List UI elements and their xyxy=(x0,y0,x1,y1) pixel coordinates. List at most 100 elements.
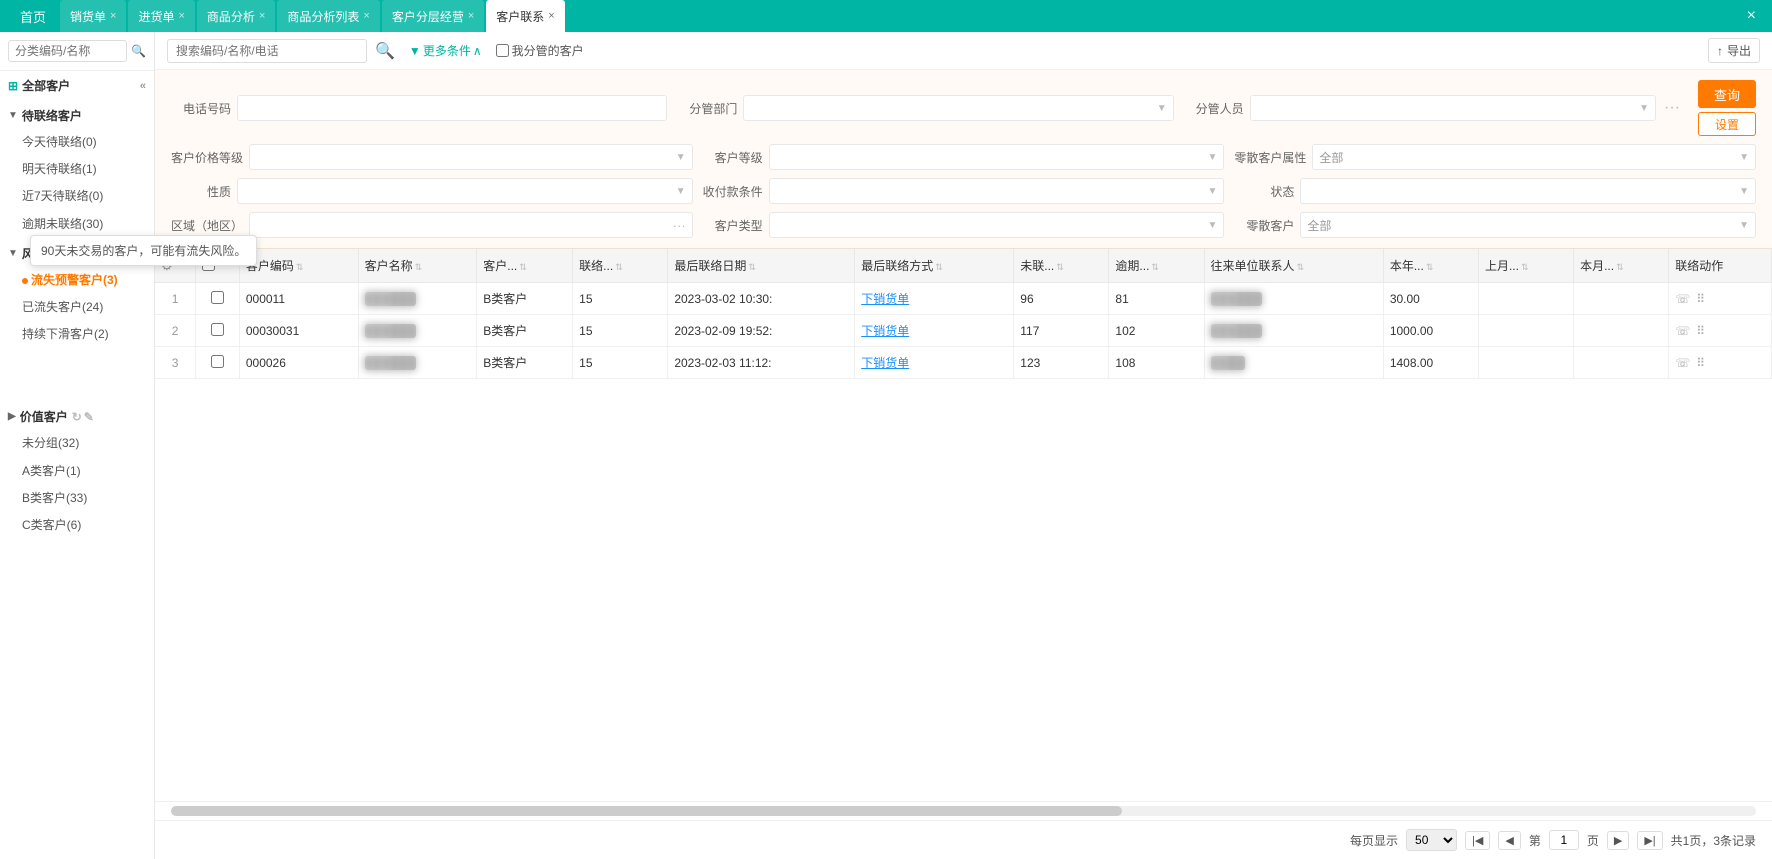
window-close-button[interactable]: × xyxy=(1739,7,1764,25)
sidebar-item-churned[interactable]: 已流失客户(24) xyxy=(0,294,154,321)
sidebar-item-declining[interactable]: 持续下滑客户(2) xyxy=(0,321,154,348)
filter-more-btn2[interactable]: ··· xyxy=(673,218,686,233)
cell-code-3: 000026 xyxy=(239,347,358,379)
blurred-name-2: ██████ xyxy=(365,324,416,338)
filter-dept-select[interactable]: ▼ xyxy=(743,95,1173,121)
filter-row-4: 区域（地区） ··· 客户类型 ▼ 零散客户 全部 xyxy=(171,212,1756,238)
row-select-checkbox-2[interactable] xyxy=(211,323,224,336)
row-checkbox-1[interactable] xyxy=(196,283,240,315)
sort-arrows-2[interactable]: ⇅ xyxy=(415,262,423,272)
filter-zero-attr-select[interactable]: 全部 ▼ xyxy=(1312,144,1756,170)
sort-arrows-12[interactable]: ⇅ xyxy=(1616,262,1624,272)
search-input[interactable] xyxy=(167,39,367,63)
filter-nature-select[interactable]: ▼ xyxy=(237,178,693,204)
first-page-button[interactable]: |◀ xyxy=(1465,831,1490,850)
action-phone-icon-3[interactable]: ☏ xyxy=(1675,356,1690,370)
sidebar-group-value-title[interactable]: ▶ 价值客户 ↻ ✎ xyxy=(0,403,154,430)
action-more-icon-2[interactable]: ⠿ xyxy=(1696,324,1705,338)
sort-arrows-1[interactable]: ⇅ xyxy=(296,262,304,272)
filter-payment-select[interactable]: ▼ xyxy=(769,178,1225,204)
page-number-input[interactable] xyxy=(1549,830,1579,850)
sidebar-group-pending-title[interactable]: ▼ 待联络客户 xyxy=(0,102,154,129)
close-purchase-order-tab[interactable]: × xyxy=(178,10,184,22)
close-product-analysis-list-tab[interactable]: × xyxy=(363,10,369,22)
next-page-button[interactable]: ▶ xyxy=(1607,831,1629,850)
filter-customer-type-select[interactable]: ▼ xyxy=(769,212,1225,238)
filter-manager-select[interactable]: ▼ xyxy=(1250,95,1656,121)
query-button[interactable]: 查询 xyxy=(1698,80,1756,108)
cell-last-method-2[interactable]: 下销货单 xyxy=(855,315,1014,347)
action-phone-icon-1[interactable]: ☏ xyxy=(1675,292,1690,306)
sidebar-item-today[interactable]: 今天待联络(0) xyxy=(0,129,154,156)
tab-product-analysis-list[interactable]: 商品分析列表 × xyxy=(277,0,379,32)
cell-last-method-3[interactable]: 下销货单 xyxy=(855,347,1014,379)
cell-last-method-1[interactable]: 下销货单 xyxy=(855,283,1014,315)
action-more-icon-1[interactable]: ⠿ xyxy=(1696,292,1705,306)
value-group-refresh[interactable]: ↻ xyxy=(72,410,82,424)
row-select-checkbox-1[interactable] xyxy=(211,291,224,304)
row-checkbox-3[interactable] xyxy=(196,347,240,379)
sort-arrows-5[interactable]: ⇅ xyxy=(748,262,756,272)
sidebar-item-churn-warning[interactable]: 流失预警客户(3) xyxy=(0,267,154,294)
sidebar-search-input[interactable] xyxy=(8,40,127,62)
sort-arrows-8[interactable]: ⇅ xyxy=(1151,262,1159,272)
tab-customer-contact[interactable]: 客户联系 × xyxy=(486,0,564,32)
row-select-checkbox-3[interactable] xyxy=(211,355,224,368)
sidebar-item-type-a[interactable]: A类客户(1) xyxy=(0,458,154,485)
filter-zero-customer-select[interactable]: 全部 ▼ xyxy=(1300,212,1756,238)
search-button[interactable]: 🔍 xyxy=(375,41,395,61)
tab-purchase-order[interactable]: 进货单 × xyxy=(128,0,194,32)
sort-arrows-10[interactable]: ⇅ xyxy=(1426,262,1434,272)
sidebar-item-tomorrow[interactable]: 明天待联络(1) xyxy=(0,156,154,183)
export-button[interactable]: ↑ 导出 xyxy=(1708,38,1760,63)
link-sales-2[interactable]: 下销货单 xyxy=(861,324,909,338)
sort-arrows-6[interactable]: ⇅ xyxy=(935,262,943,272)
sidebar-item-7days[interactable]: 近7天待联络(0) xyxy=(0,183,154,210)
action-phone-icon-2[interactable]: ☏ xyxy=(1675,324,1690,338)
settings-button[interactable]: 设置 xyxy=(1698,112,1756,136)
sidebar-item-type-c[interactable]: C类客户(6) xyxy=(0,512,154,539)
filter-status-select[interactable]: ▼ xyxy=(1300,178,1756,204)
filter-grade-select[interactable]: ▼ xyxy=(769,144,1225,170)
sort-arrows-9[interactable]: ⇅ xyxy=(1297,262,1305,272)
cell-last-date-3: 2023-02-03 11:12: xyxy=(668,347,855,379)
scroll-bar-container[interactable] xyxy=(171,806,1756,816)
sort-arrows-4[interactable]: ⇅ xyxy=(615,262,623,272)
more-conditions-button[interactable]: ▼ 更多条件 ∧ xyxy=(403,39,488,62)
sidebar-all-customers[interactable]: ⊞ 全部客户 « xyxy=(0,71,154,100)
sidebar-item-type-b[interactable]: B类客户(33) xyxy=(0,485,154,512)
table-scrollbar[interactable] xyxy=(155,801,1772,820)
home-tab[interactable]: 首页 xyxy=(8,0,58,32)
filter-price-grade-select[interactable]: ▼ xyxy=(249,144,693,170)
sort-arrows-7[interactable]: ⇅ xyxy=(1056,262,1064,272)
sort-arrows-11[interactable]: ⇅ xyxy=(1521,262,1529,272)
close-product-analysis-tab[interactable]: × xyxy=(259,10,265,22)
my-customers-checkbox[interactable] xyxy=(496,44,509,57)
row-checkbox-2[interactable] xyxy=(196,315,240,347)
close-customer-seg-tab[interactable]: × xyxy=(468,10,474,22)
scroll-bar-thumb[interactable] xyxy=(171,806,1122,816)
filter-region-select[interactable]: ··· xyxy=(249,212,693,238)
sort-arrows-3[interactable]: ⇅ xyxy=(519,262,527,272)
action-icons-1: ☏ ⠿ xyxy=(1675,292,1765,306)
sidebar-search-icon[interactable]: 🔍 xyxy=(131,44,146,58)
table-row: 3 000026 ██████ B类客户 15 2023-02-03 11:12… xyxy=(155,347,1772,379)
per-page-select[interactable]: 50 20 100 xyxy=(1406,829,1457,851)
collapse-sidebar-icon[interactable]: « xyxy=(140,80,146,92)
sidebar-item-ungrouped[interactable]: 未分组(32) xyxy=(0,430,154,457)
tab-product-analysis[interactable]: 商品分析 × xyxy=(197,0,275,32)
last-page-button[interactable]: ▶| xyxy=(1637,831,1662,850)
prev-page-button[interactable]: ◀ xyxy=(1498,831,1520,850)
link-sales-1[interactable]: 下销货单 xyxy=(861,292,909,306)
filter-more-btn1[interactable]: ··· xyxy=(1664,99,1680,117)
filter-phone-input[interactable] xyxy=(237,95,667,121)
close-customer-contact-tab[interactable]: × xyxy=(548,10,554,22)
value-group-edit[interactable]: ✎ xyxy=(84,410,94,424)
my-customers-checkbox-label[interactable]: 我分管的客户 xyxy=(496,42,584,59)
link-sales-3[interactable]: 下销货单 xyxy=(861,356,909,370)
tab-sales-order[interactable]: 销货单 × xyxy=(60,0,126,32)
tab-customer-segmentation[interactable]: 客户分层经营 × xyxy=(382,0,484,32)
sidebar-item-overdue[interactable]: 逾期未联络(30) xyxy=(0,211,154,238)
action-more-icon-3[interactable]: ⠿ xyxy=(1696,356,1705,370)
close-sales-order-tab[interactable]: × xyxy=(110,10,116,22)
